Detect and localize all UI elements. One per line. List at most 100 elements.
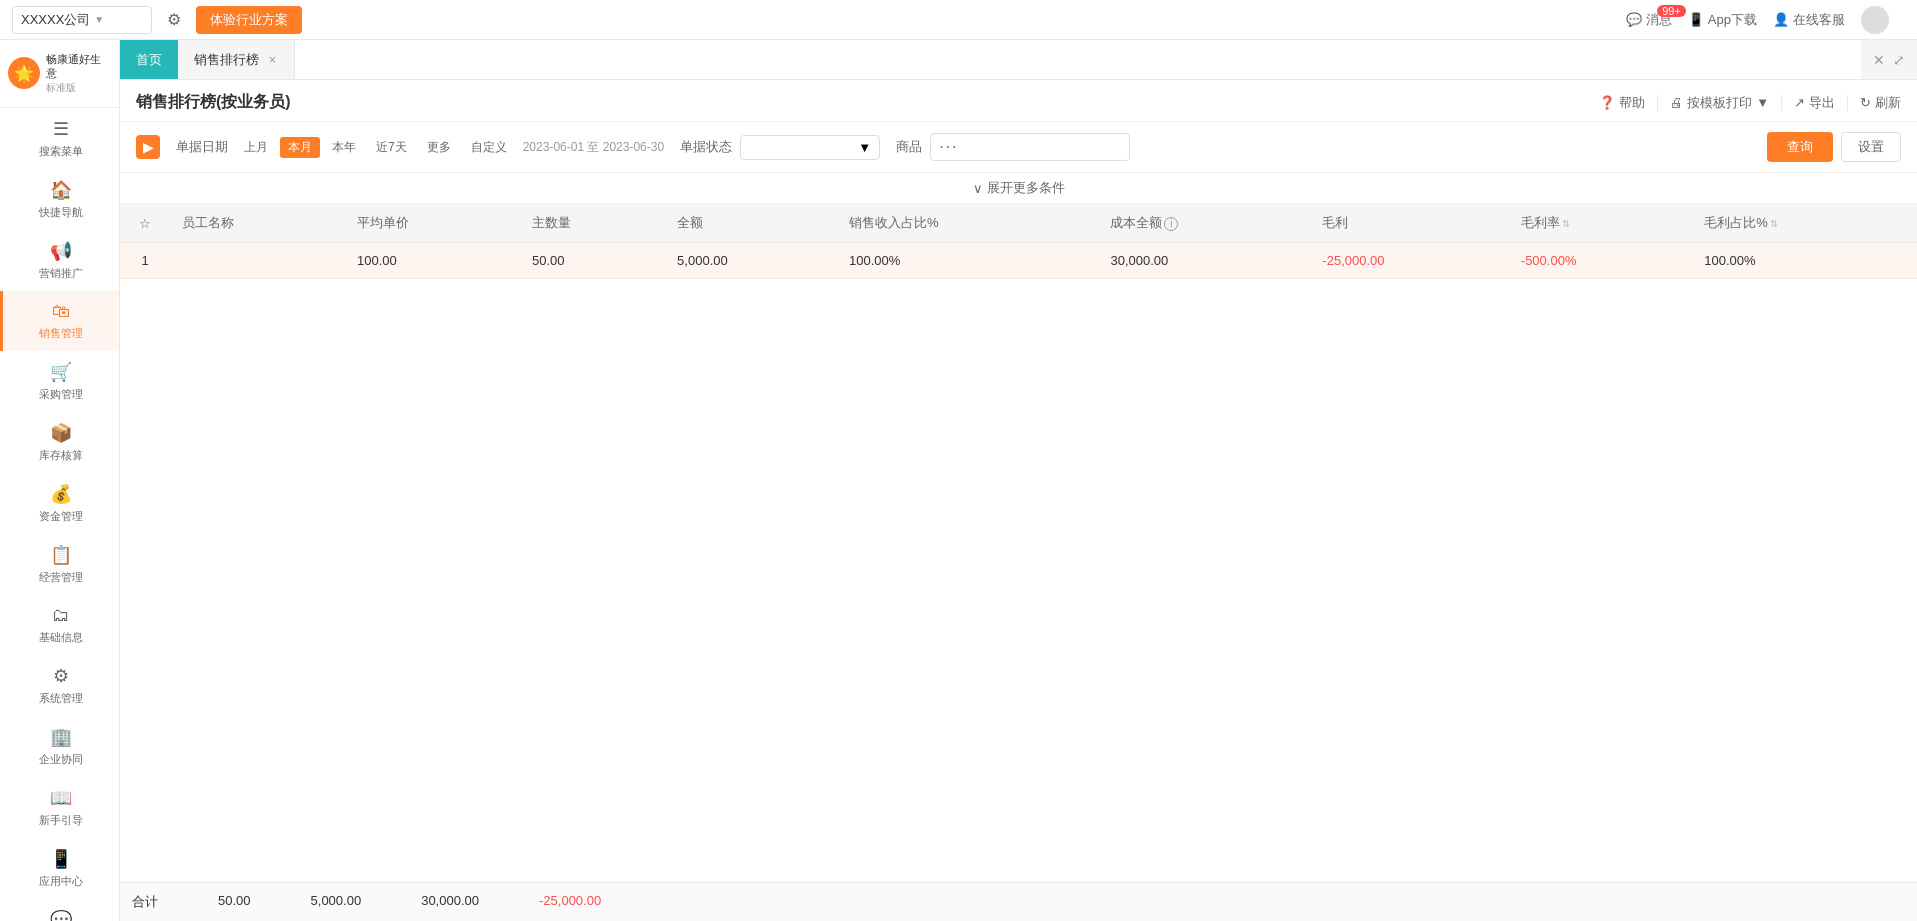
goods-filter-group: 商品 ··· — [896, 133, 1130, 161]
sidebar-item-guide[interactable]: 📖 新手引导 — [0, 777, 119, 838]
date-range: 2023-06-01 至 2023-06-30 — [523, 139, 664, 156]
cell-profit-pct: 100.00% — [1692, 243, 1917, 279]
date-tab-this-month[interactable]: 本月 — [280, 137, 320, 158]
marketing-icon: 📢 — [50, 240, 72, 262]
date-label: 单据日期 — [176, 138, 228, 156]
sidebar-logo: 🌟 畅康通好生意 标准版 — [0, 40, 119, 108]
sidebar-label-guide: 新手引导 — [39, 813, 83, 828]
message-button[interactable]: 💬 消息 99+ — [1626, 11, 1672, 29]
avatar[interactable] — [1861, 6, 1889, 34]
table-container: ☆ 员工名称 平均单价 主数量 全额 销售收入占比% 成本全额i 毛利 毛利率⇅… — [120, 204, 1917, 882]
sidebar-item-basic[interactable]: 🗂 基础信息 — [0, 595, 119, 655]
sidebar-label-search: 搜索菜单 — [39, 144, 83, 159]
refresh-label: 刷新 — [1875, 94, 1901, 112]
tab-close-icon[interactable]: × — [267, 51, 278, 69]
date-tab-more[interactable]: 更多 — [419, 137, 459, 158]
sidebar: 🌟 畅康通好生意 标准版 ☰ 搜索菜单 🏠 快捷导航 📢 营销推广 🛍 销售管理… — [0, 40, 120, 921]
guide-icon: 📖 — [50, 787, 72, 809]
logo-icon: 🌟 — [8, 57, 40, 89]
expand-button[interactable]: ∨ 展开更多条件 — [973, 179, 1065, 197]
col-profit: 毛利 — [1310, 204, 1508, 243]
settings-button[interactable]: 设置 — [1841, 132, 1901, 162]
status-chevron-icon: ▼ — [858, 140, 871, 155]
sidebar-label-apps: 应用中心 — [39, 874, 83, 889]
col-amount: 全额 — [665, 204, 837, 243]
cell-avg-price: 100.00 — [345, 243, 520, 279]
status-select[interactable]: ▼ — [740, 135, 880, 160]
help-button[interactable]: ❓ 帮助 — [1599, 94, 1645, 112]
apps-icon: 📱 — [50, 848, 72, 870]
app-download-button[interactable]: 📱 App下载 — [1688, 11, 1757, 29]
cell-amount: 5,000.00 — [665, 243, 837, 279]
expand-row: ∨ 展开更多条件 — [120, 173, 1917, 204]
help-icon: ❓ — [1599, 95, 1615, 110]
company-name: XXXXX公司 — [21, 11, 90, 29]
divider2 — [1781, 95, 1782, 111]
window-close-button[interactable]: ✕ — [1873, 52, 1885, 68]
refresh-icon: ↻ — [1860, 95, 1871, 110]
tab-sales-ranking[interactable]: 销售排行榜 × — [178, 40, 295, 79]
date-tab-last-month[interactable]: 上月 — [236, 137, 276, 158]
sidebar-label-shortcut: 快捷导航 — [39, 205, 83, 220]
sidebar-item-weixin[interactable]: 💬 企业微信 — [0, 899, 119, 921]
header-actions: ❓ 帮助 🖨 按模板打印 ▼ ↗ 导出 — [1599, 94, 1901, 112]
company-selector[interactable]: XXXXX公司 ▼ — [12, 6, 152, 34]
sidebar-item-purchase[interactable]: 🛒 采购管理 — [0, 351, 119, 412]
filter-bar: ▶ 单据日期 上月 本月 本年 近7天 更多 自定义 2023-06-01 至 … — [120, 122, 1917, 173]
page-header: 销售排行榜(按业务员) ❓ 帮助 🖨 按模板打印 ▼ ↗ — [120, 80, 1917, 122]
query-button[interactable]: 查询 — [1767, 132, 1833, 162]
sidebar-item-apps[interactable]: 📱 应用中心 — [0, 838, 119, 899]
tab-sales-label: 销售排行榜 — [194, 51, 259, 69]
export-label: 导出 — [1809, 94, 1835, 112]
divider — [1657, 95, 1658, 111]
expand-label: 展开更多条件 — [987, 179, 1065, 197]
window-maximize-button[interactable]: ⤢ — [1893, 52, 1905, 68]
goods-input[interactable]: ··· — [930, 133, 1130, 161]
settings-icon[interactable]: ⚙ — [160, 6, 188, 34]
footer-cost: 30,000.00 — [421, 893, 479, 911]
content-area: 首页 销售排行榜 × ✕ ⤢ 销售排行榜(按业务员) ❓ 帮助 — [120, 40, 1917, 921]
cost-info-icon[interactable]: i — [1164, 217, 1178, 231]
export-button[interactable]: ↗ 导出 — [1794, 94, 1835, 112]
sidebar-item-system[interactable]: ⚙ 系统管理 — [0, 655, 119, 716]
print-dropdown-icon: ▼ — [1756, 95, 1769, 110]
sidebar-item-marketing[interactable]: 📢 营销推广 — [0, 230, 119, 291]
date-filter-group: 单据日期 上月 本月 本年 近7天 更多 自定义 2023-06-01 至 20… — [176, 137, 664, 158]
profit-rate-sort-icon[interactable]: ⇅ — [1562, 218, 1570, 229]
col-profit-pct: 毛利占比%⇅ — [1692, 204, 1917, 243]
footer-profit: -25,000.00 — [539, 893, 601, 911]
logo-text-block: 畅康通好生意 标准版 — [46, 52, 111, 95]
date-tab-custom[interactable]: 自定义 — [463, 137, 515, 158]
date-tab-7days[interactable]: 近7天 — [368, 137, 415, 158]
cell-profit: -25,000.00 — [1310, 243, 1508, 279]
app-label: App下载 — [1708, 11, 1757, 29]
trial-button[interactable]: 体验行业方案 — [196, 6, 302, 34]
online-service-button[interactable]: 👤 在线客服 — [1773, 11, 1845, 29]
sidebar-label-sales: 销售管理 — [39, 326, 83, 341]
print-icon: 🖨 — [1670, 95, 1683, 110]
sidebar-label-purchase: 采购管理 — [39, 387, 83, 402]
help-label: 帮助 — [1619, 94, 1645, 112]
print-button[interactable]: 🖨 按模板打印 ▼ — [1670, 94, 1769, 112]
table-footer: 合计 50.00 5,000.00 30,000.00 -25,000.00 — [120, 882, 1917, 921]
service-icon: 👤 — [1773, 12, 1789, 27]
tab-home[interactable]: 首页 — [120, 40, 178, 79]
sidebar-item-shortcut[interactable]: 🏠 快捷导航 — [0, 169, 119, 230]
sidebar-item-search[interactable]: ☰ 搜索菜单 — [0, 108, 119, 169]
sidebar-item-operation[interactable]: 📋 经营管理 — [0, 534, 119, 595]
weixin-icon: 💬 — [50, 909, 72, 921]
more-dots: ··· — [939, 138, 958, 156]
profit-pct-sort-icon[interactable]: ⇅ — [1770, 218, 1778, 229]
sidebar-item-enterprise[interactable]: 🏢 企业协同 — [0, 716, 119, 777]
date-tab-this-year[interactable]: 本年 — [324, 137, 364, 158]
filter-row: ▶ 单据日期 上月 本月 本年 近7天 更多 自定义 2023-06-01 至 … — [136, 132, 1901, 162]
refresh-button[interactable]: ↻ 刷新 — [1860, 94, 1901, 112]
sidebar-item-inventory[interactable]: 📦 库存核算 — [0, 412, 119, 473]
sidebar-item-sales[interactable]: 🛍 销售管理 — [0, 291, 119, 351]
filter-arrow-button[interactable]: ▶ — [136, 135, 160, 159]
status-filter-group: 单据状态 ▼ — [680, 135, 880, 160]
data-table: ☆ 员工名称 平均单价 主数量 全额 销售收入占比% 成本全额i 毛利 毛利率⇅… — [120, 204, 1917, 279]
sidebar-item-finance[interactable]: 💰 资金管理 — [0, 473, 119, 534]
page-title: 销售排行榜(按业务员) — [136, 92, 291, 113]
system-icon: ⚙ — [53, 665, 69, 687]
